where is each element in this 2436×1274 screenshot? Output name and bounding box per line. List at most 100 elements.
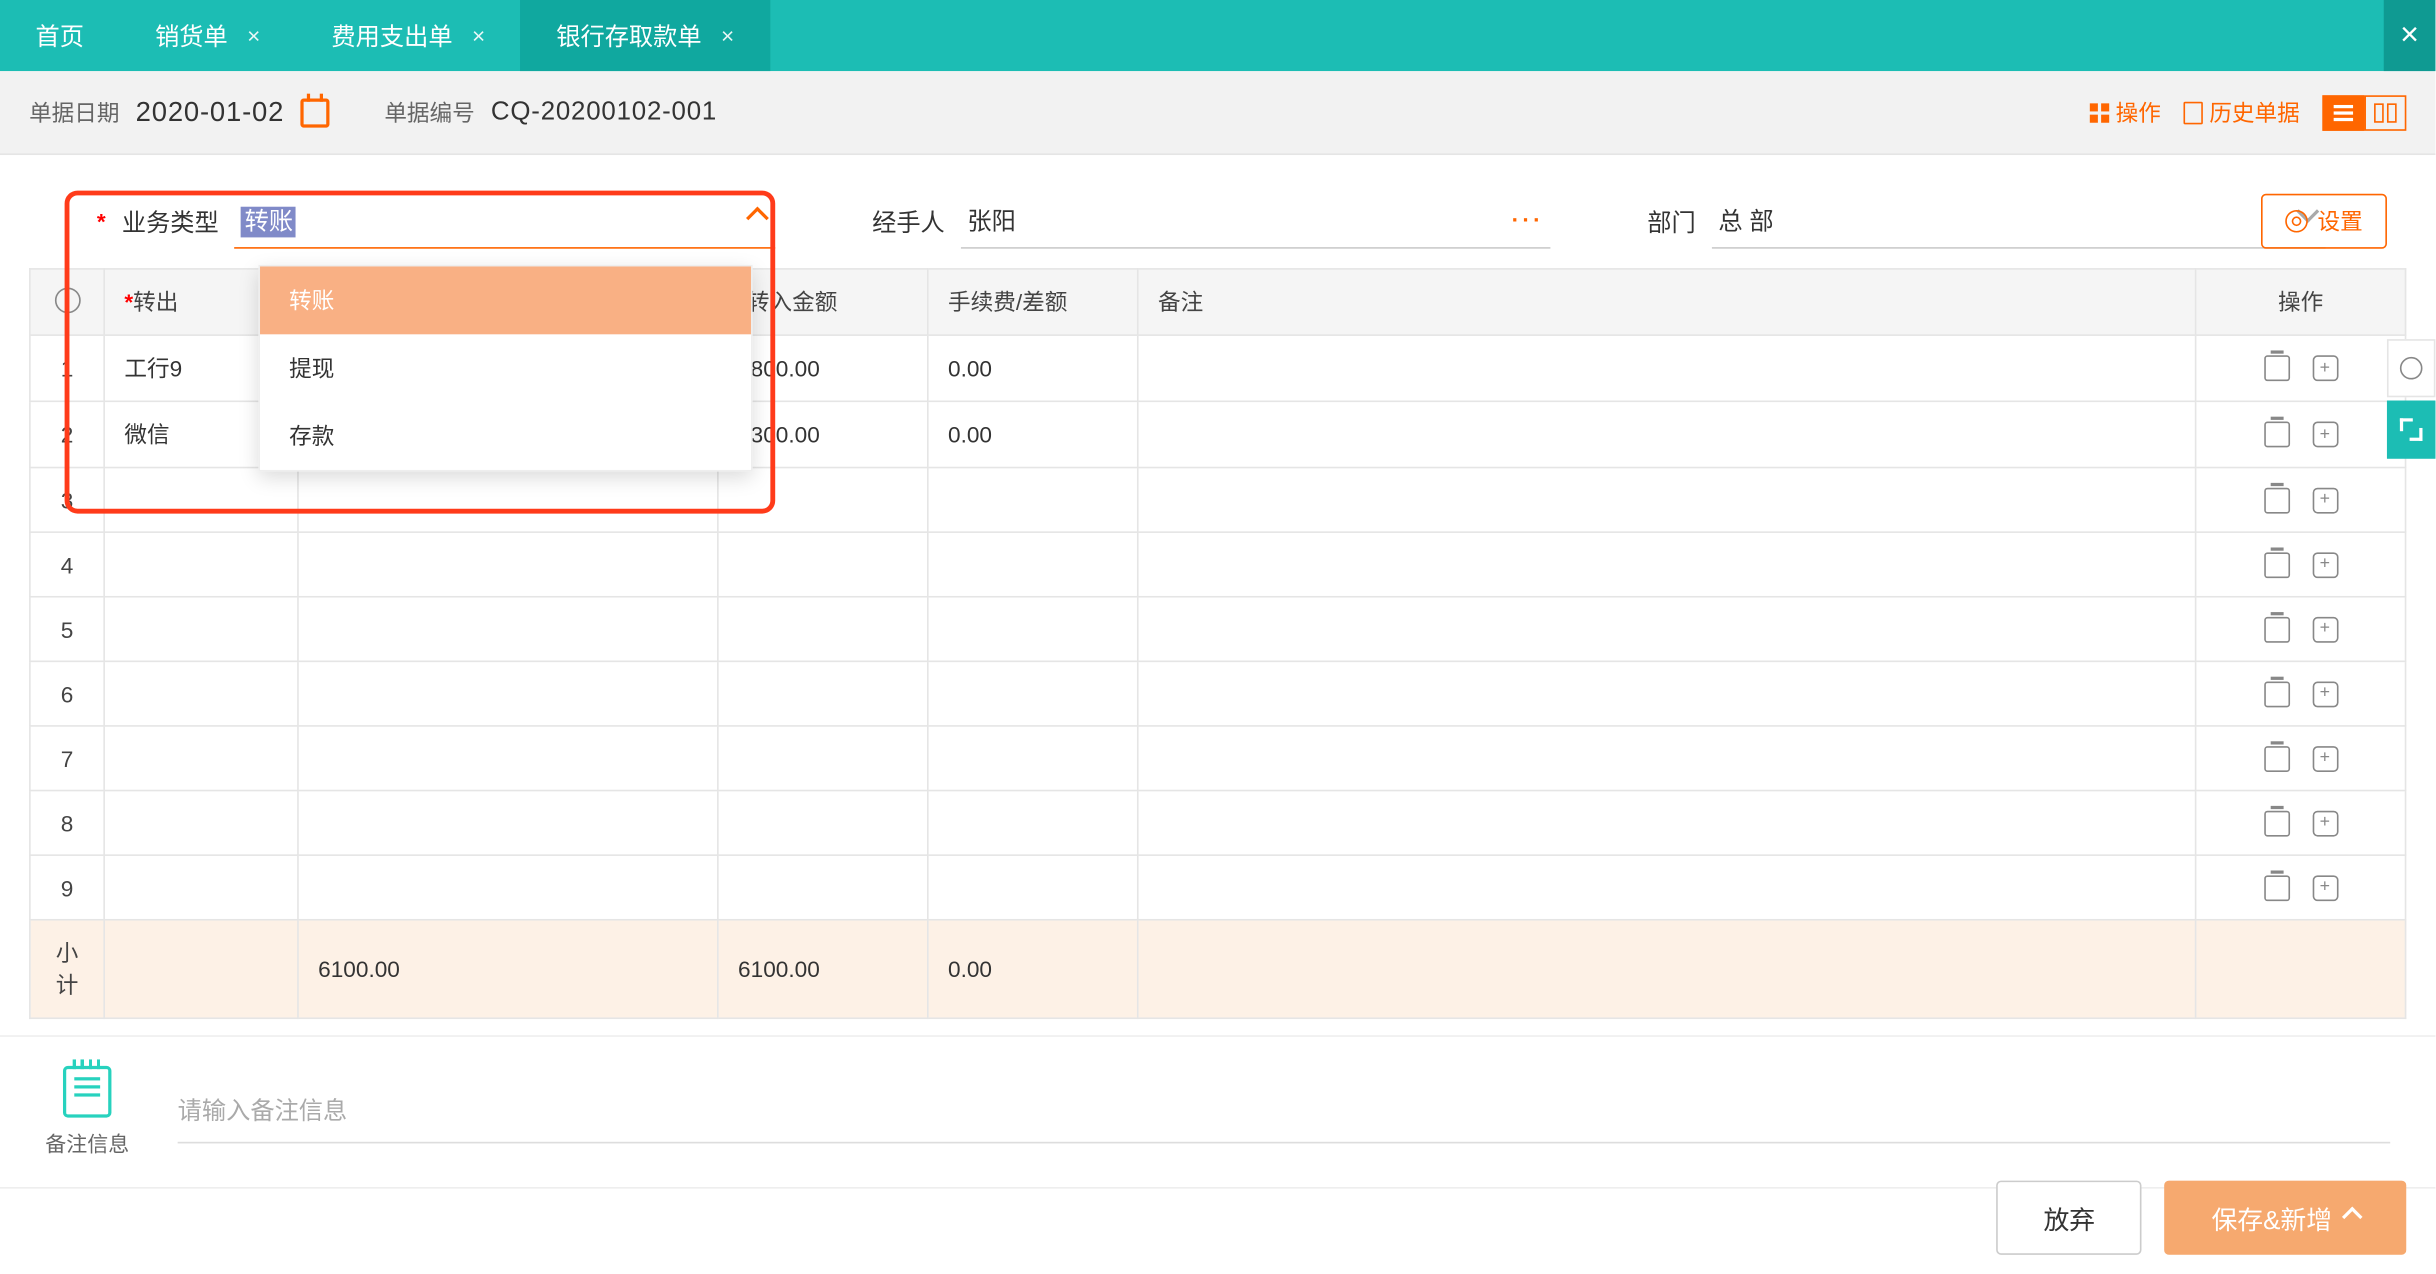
cell-remark[interactable] [1138, 726, 2196, 791]
cell-in-acct[interactable] [298, 468, 718, 533]
copy-icon[interactable] [2312, 681, 2338, 707]
cell-in-acct[interactable] [298, 661, 718, 726]
cell-out-acct[interactable] [104, 597, 298, 662]
cell-fee[interactable] [928, 468, 1138, 533]
cell-out-acct[interactable] [104, 855, 298, 920]
cell-actions [2196, 855, 2406, 920]
cell-fee[interactable] [928, 791, 1138, 856]
cell-in-amt[interactable] [718, 532, 928, 597]
cell-actions [2196, 401, 2406, 467]
copy-icon[interactable] [2312, 616, 2338, 642]
view-list-button[interactable] [2322, 94, 2364, 130]
ellipsis-icon[interactable]: ··· [1512, 207, 1544, 233]
cell-in-acct[interactable] [298, 791, 718, 856]
delete-icon[interactable] [2263, 552, 2289, 578]
tab-expense[interactable]: 费用支出单× [296, 0, 521, 71]
table-row[interactable]: 8 [30, 791, 2406, 856]
cell-fee[interactable] [928, 726, 1138, 791]
delete-icon[interactable] [2263, 745, 2289, 771]
cell-in-acct[interactable] [298, 726, 718, 791]
dropdown-item-withdraw[interactable]: 提现 [260, 334, 751, 402]
cell-out-acct[interactable] [104, 468, 298, 533]
cell-remark[interactable] [1138, 661, 2196, 726]
biz-type-select[interactable]: 转账 [235, 194, 775, 249]
attachment-button[interactable] [2387, 339, 2435, 397]
table-row[interactable]: 3 [30, 468, 2406, 533]
calendar-icon[interactable] [300, 98, 329, 127]
cell-remark[interactable] [1138, 401, 2196, 467]
close-icon[interactable]: × [721, 23, 734, 49]
cell-remark[interactable] [1138, 791, 2196, 856]
table-row[interactable]: 6 [30, 661, 2406, 726]
dropdown-item-deposit[interactable]: 存款 [260, 402, 751, 470]
cell-in-amt[interactable] [718, 726, 928, 791]
cell-in-acct[interactable] [298, 597, 718, 662]
operation-button[interactable]: 操作 [2090, 96, 2161, 128]
delete-icon[interactable] [2263, 810, 2289, 836]
delete-icon[interactable] [2263, 681, 2289, 707]
dept-label: 部门 [1647, 204, 1695, 238]
cell-in-acct[interactable] [298, 855, 718, 920]
cell-fee[interactable]: 0.00 [928, 401, 1138, 467]
gear-header[interactable] [30, 269, 104, 335]
cell-actions [2196, 791, 2406, 856]
delete-icon[interactable] [2263, 422, 2289, 448]
remarks-input[interactable] [178, 1081, 2391, 1142]
cell-out-acct[interactable] [104, 532, 298, 597]
tab-home[interactable]: 首页 [0, 0, 120, 71]
cell-in-amt[interactable] [718, 855, 928, 920]
close-icon[interactable]: × [472, 23, 485, 49]
cell-out-acct[interactable] [104, 661, 298, 726]
table-row[interactable]: 9 [30, 855, 2406, 920]
cell-remark[interactable] [1138, 335, 2196, 401]
col-fee: 手续费/差额 [928, 269, 1138, 335]
cell-in-amt[interactable] [718, 661, 928, 726]
col-remark: 备注 [1138, 269, 2196, 335]
cell-in-amt[interactable] [718, 597, 928, 662]
cell-in-amt[interactable] [718, 791, 928, 856]
cell-remark[interactable] [1138, 468, 2196, 533]
history-button[interactable]: 历史单据 [2183, 96, 2299, 128]
handler-input[interactable]: 张阳 ··· [961, 194, 1550, 249]
copy-icon[interactable] [2312, 487, 2338, 513]
cell-out-acct[interactable] [104, 726, 298, 791]
copy-icon[interactable] [2312, 745, 2338, 771]
date-value[interactable]: 2020-01-02 [136, 96, 285, 128]
dropdown-item-transfer[interactable]: 转账 [260, 266, 751, 334]
table-row[interactable]: 5 [30, 597, 2406, 662]
cell-in-acct[interactable] [298, 532, 718, 597]
tab-sales[interactable]: 销货单× [120, 0, 296, 71]
close-icon[interactable]: × [247, 23, 260, 49]
copy-icon[interactable] [2312, 422, 2338, 448]
cell-out-acct[interactable] [104, 791, 298, 856]
delete-icon[interactable] [2263, 875, 2289, 901]
copy-icon[interactable] [2312, 355, 2338, 381]
op-label: 操作 [2116, 96, 2161, 128]
cell-remark[interactable] [1138, 597, 2196, 662]
settings-button[interactable]: 设置 [2261, 194, 2387, 249]
copy-icon[interactable] [2312, 810, 2338, 836]
dept-select[interactable]: 总 部 [1712, 194, 2326, 249]
delete-icon[interactable] [2263, 487, 2289, 513]
cell-fee[interactable]: 0.00 [928, 335, 1138, 401]
delete-icon[interactable] [2263, 616, 2289, 642]
cell-fee[interactable] [928, 532, 1138, 597]
table-row[interactable]: 4 [30, 532, 2406, 597]
cell-remark[interactable] [1138, 532, 2196, 597]
table-row[interactable]: 7 [30, 726, 2406, 791]
copy-icon[interactable] [2312, 875, 2338, 901]
tab-bank[interactable]: 银行存取款单× [521, 0, 770, 71]
cell-fee[interactable] [928, 661, 1138, 726]
copy-icon[interactable] [2312, 552, 2338, 578]
subtotal-label: 小计 [30, 920, 104, 1019]
cell-fee[interactable] [928, 597, 1138, 662]
cell-in-amt[interactable] [718, 468, 928, 533]
cell-remark[interactable] [1138, 855, 2196, 920]
cancel-button[interactable]: 放弃 [1997, 1181, 2142, 1255]
fullscreen-button[interactable] [2387, 401, 2435, 459]
header-close-button[interactable]: × [2384, 0, 2436, 71]
save-button[interactable]: 保存&新增 [2165, 1181, 2407, 1255]
delete-icon[interactable] [2263, 355, 2289, 381]
cell-fee[interactable] [928, 855, 1138, 920]
view-split-button[interactable] [2364, 94, 2406, 130]
